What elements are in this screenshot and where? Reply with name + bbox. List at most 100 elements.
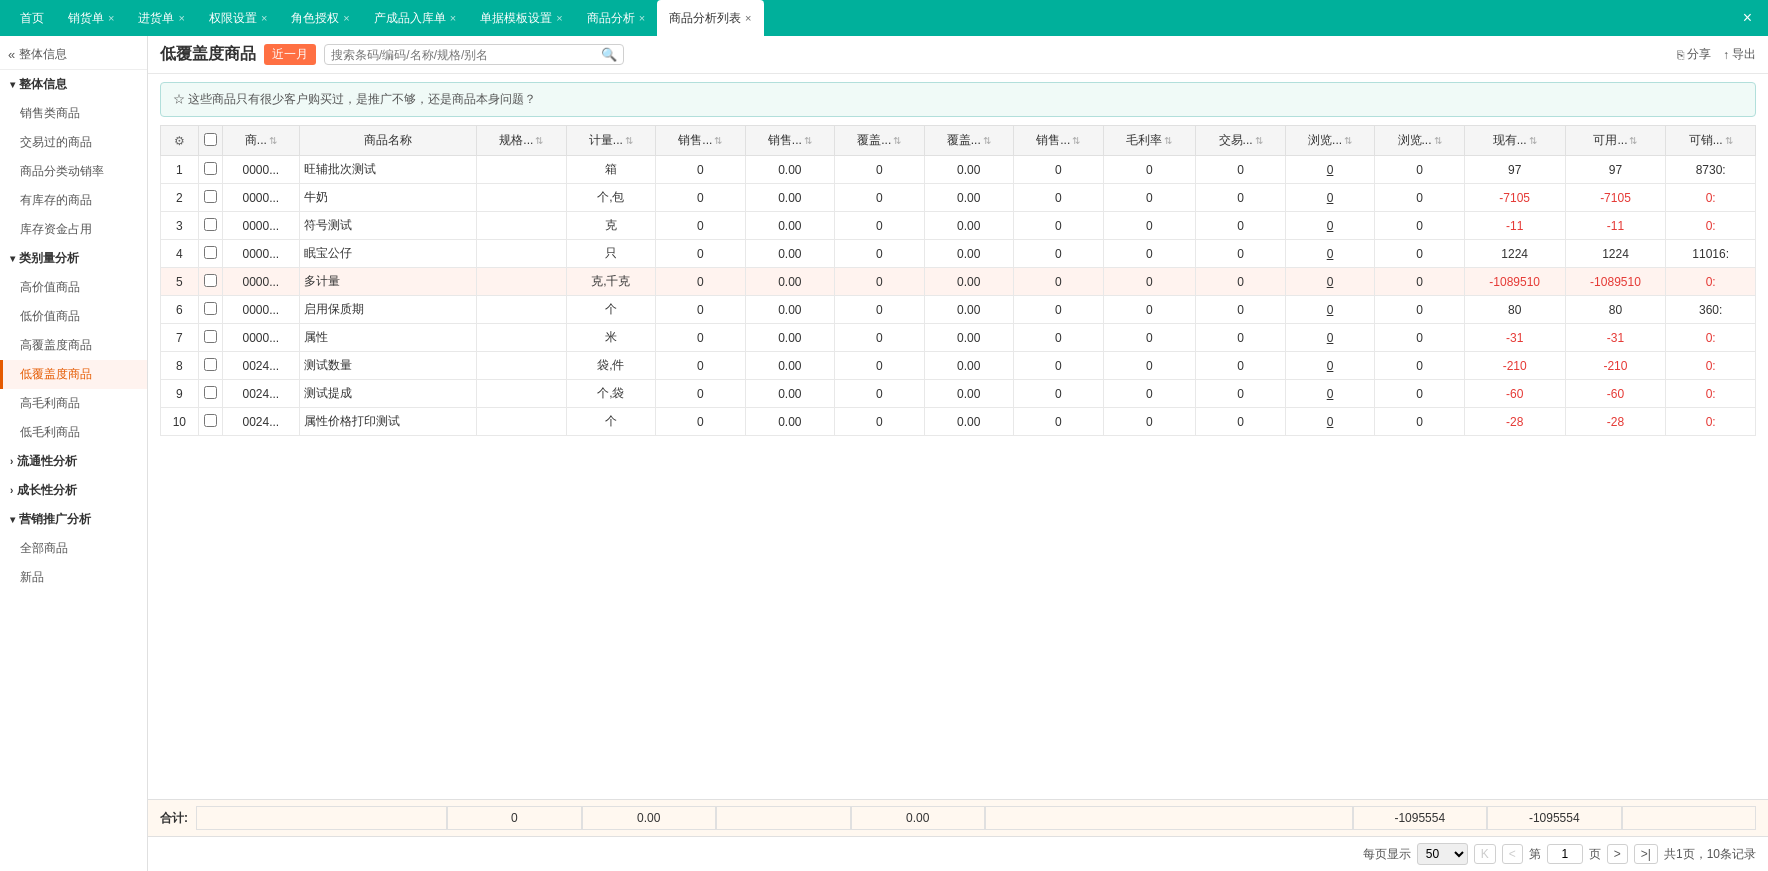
nav-product-inbound[interactable]: 产成品入库单 ×: [362, 0, 468, 36]
row-browse1[interactable]: 0: [1285, 184, 1374, 212]
col-settings[interactable]: ⚙: [161, 126, 199, 156]
row-checkbox[interactable]: [198, 296, 222, 324]
close-icon[interactable]: ×: [108, 0, 114, 36]
row-sales3: 0: [1014, 296, 1103, 324]
row-browse1[interactable]: 0: [1285, 296, 1374, 324]
row-checkbox[interactable]: [198, 240, 222, 268]
sidebar-item-all-products[interactable]: 全部商品: [0, 534, 147, 563]
search-input[interactable]: [331, 48, 601, 62]
row-cover2: 0.00: [924, 380, 1013, 408]
col-sales3[interactable]: 销售...⇅: [1014, 126, 1103, 156]
row-browse1[interactable]: 0: [1285, 156, 1374, 184]
close-icon[interactable]: ×: [343, 0, 349, 36]
sidebar-section-overall[interactable]: ▾ 整体信息: [0, 70, 147, 99]
col-stock1[interactable]: 现有...⇅: [1464, 126, 1565, 156]
first-page-button[interactable]: K: [1474, 844, 1496, 864]
last-page-button[interactable]: >|: [1634, 844, 1658, 864]
sidebar-section-category[interactable]: ▾ 类别量分析: [0, 244, 147, 273]
row-checkbox[interactable]: [198, 408, 222, 436]
row-checkbox[interactable]: [198, 212, 222, 240]
sidebar-item-high-value[interactable]: 高价值商品: [0, 273, 147, 302]
col-can-sell[interactable]: 可销...⇅: [1666, 126, 1756, 156]
share-button[interactable]: ⎘ 分享: [1677, 46, 1711, 63]
close-icon[interactable]: ×: [745, 0, 751, 36]
row-checkbox[interactable]: [198, 268, 222, 296]
col-trans[interactable]: 交易...⇅: [1196, 126, 1285, 156]
row-browse1[interactable]: 0: [1285, 268, 1374, 296]
sidebar-item-high-coverage[interactable]: 高覆盖度商品: [0, 331, 147, 360]
prev-page-button[interactable]: <: [1502, 844, 1523, 864]
col-gross-rate[interactable]: 毛利率⇅: [1103, 126, 1196, 156]
row-checkbox[interactable]: [198, 380, 222, 408]
sidebar-item-high-margin[interactable]: 高毛利商品: [0, 389, 147, 418]
close-icon[interactable]: ×: [639, 0, 645, 36]
row-name: 测试数量: [299, 352, 476, 380]
close-icon[interactable]: ×: [261, 0, 267, 36]
sidebar-item-low-coverage[interactable]: 低覆盖度商品: [0, 360, 147, 389]
row-browse1[interactable]: 0: [1285, 324, 1374, 352]
col-sales1[interactable]: 销售...⇅: [656, 126, 745, 156]
sidebar-item-traded-products[interactable]: 交易过的商品: [0, 128, 147, 157]
col-cover1[interactable]: 覆盖...⇅: [835, 126, 924, 156]
table-container[interactable]: ⚙ 商...⇅ 商品名称 规格...⇅ 计量...⇅ 销售...⇅ 销售...⇅…: [148, 125, 1768, 799]
sidebar-item-low-margin[interactable]: 低毛利商品: [0, 418, 147, 447]
row-browse1[interactable]: 0: [1285, 380, 1374, 408]
select-all-checkbox[interactable]: [204, 133, 217, 146]
table-row: 8 0024... 测试数量 袋,件 0 0.00 0 0.00 0 0 0 0…: [161, 352, 1756, 380]
row-checkbox[interactable]: [198, 156, 222, 184]
nav-role-auth[interactable]: 角色授权 ×: [279, 0, 361, 36]
nav-sales-order[interactable]: 销货单 ×: [56, 0, 126, 36]
row-checkbox[interactable]: [198, 324, 222, 352]
col-code[interactable]: 商...⇅: [222, 126, 299, 156]
row-cover1: 0: [835, 408, 924, 436]
row-checkbox[interactable]: [198, 184, 222, 212]
sidebar-item-category-activity[interactable]: 商品分类动销率: [0, 157, 147, 186]
export-button[interactable]: ↑ 导出: [1723, 46, 1756, 63]
close-icon[interactable]: ×: [450, 0, 456, 36]
col-checkbox[interactable]: [198, 126, 222, 156]
col-browse1[interactable]: 浏览...⇅: [1285, 126, 1374, 156]
col-browse2[interactable]: 浏览...⇅: [1375, 126, 1464, 156]
sidebar-section-marketing[interactable]: ▾ 营销推广分析: [0, 505, 147, 534]
row-browse1[interactable]: 0: [1285, 240, 1374, 268]
row-cover1: 0: [835, 380, 924, 408]
table-row: 2 0000... 牛奶 个,包 0 0.00 0 0.00 0 0 0 0 0…: [161, 184, 1756, 212]
close-icon[interactable]: ×: [556, 0, 562, 36]
col-stock2[interactable]: 可用...⇅: [1565, 126, 1666, 156]
col-unit[interactable]: 计量...⇅: [566, 126, 655, 156]
nav-product-analysis[interactable]: 商品分析 ×: [575, 0, 657, 36]
close-icon[interactable]: ×: [178, 0, 184, 36]
sidebar-item-low-value[interactable]: 低价值商品: [0, 302, 147, 331]
col-cover2[interactable]: 覆盖...⇅: [924, 126, 1013, 156]
nav-permission-settings[interactable]: 权限设置 ×: [197, 0, 279, 36]
sidebar-item-sales-products[interactable]: 销售类商品: [0, 99, 147, 128]
window-close-button[interactable]: ×: [1735, 9, 1760, 27]
row-code: 0000...: [222, 240, 299, 268]
nav-product-analysis-list[interactable]: 商品分析列表 ×: [657, 0, 763, 36]
row-unit: 个: [566, 408, 655, 436]
row-num: 5: [161, 268, 199, 296]
sidebar-item-stocked-products[interactable]: 有库存的商品: [0, 186, 147, 215]
row-num: 4: [161, 240, 199, 268]
row-browse1[interactable]: 0: [1285, 212, 1374, 240]
row-browse1[interactable]: 0: [1285, 408, 1374, 436]
nav-home[interactable]: 首页: [8, 0, 56, 36]
next-page-button[interactable]: >: [1607, 844, 1628, 864]
row-browse1[interactable]: 0: [1285, 352, 1374, 380]
sidebar-section-liquidity[interactable]: › 流通性分析: [0, 447, 147, 476]
per-page-select[interactable]: 50 100 200: [1417, 843, 1468, 865]
sidebar-collapse-btn[interactable]: « 整体信息: [0, 40, 147, 70]
sidebar-item-inventory-capital[interactable]: 库存资金占用: [0, 215, 147, 244]
nav-template-settings[interactable]: 单据模板设置 ×: [468, 0, 574, 36]
row-sales3: 0: [1014, 268, 1103, 296]
row-checkbox[interactable]: [198, 352, 222, 380]
table-row: 5 0000... 多计量 克,千克 0 0.00 0 0.00 0 0 0 0…: [161, 268, 1756, 296]
nav-purchase-order[interactable]: 进货单 ×: [126, 0, 196, 36]
row-stock1: -1089510: [1464, 268, 1565, 296]
time-filter-button[interactable]: 近一月: [264, 44, 316, 65]
col-sales2[interactable]: 销售...⇅: [745, 126, 834, 156]
sidebar-item-new-products[interactable]: 新品: [0, 563, 147, 592]
col-spec[interactable]: 规格...⇅: [477, 126, 566, 156]
sidebar-section-growth[interactable]: › 成长性分析: [0, 476, 147, 505]
page-number-input[interactable]: [1547, 844, 1583, 864]
